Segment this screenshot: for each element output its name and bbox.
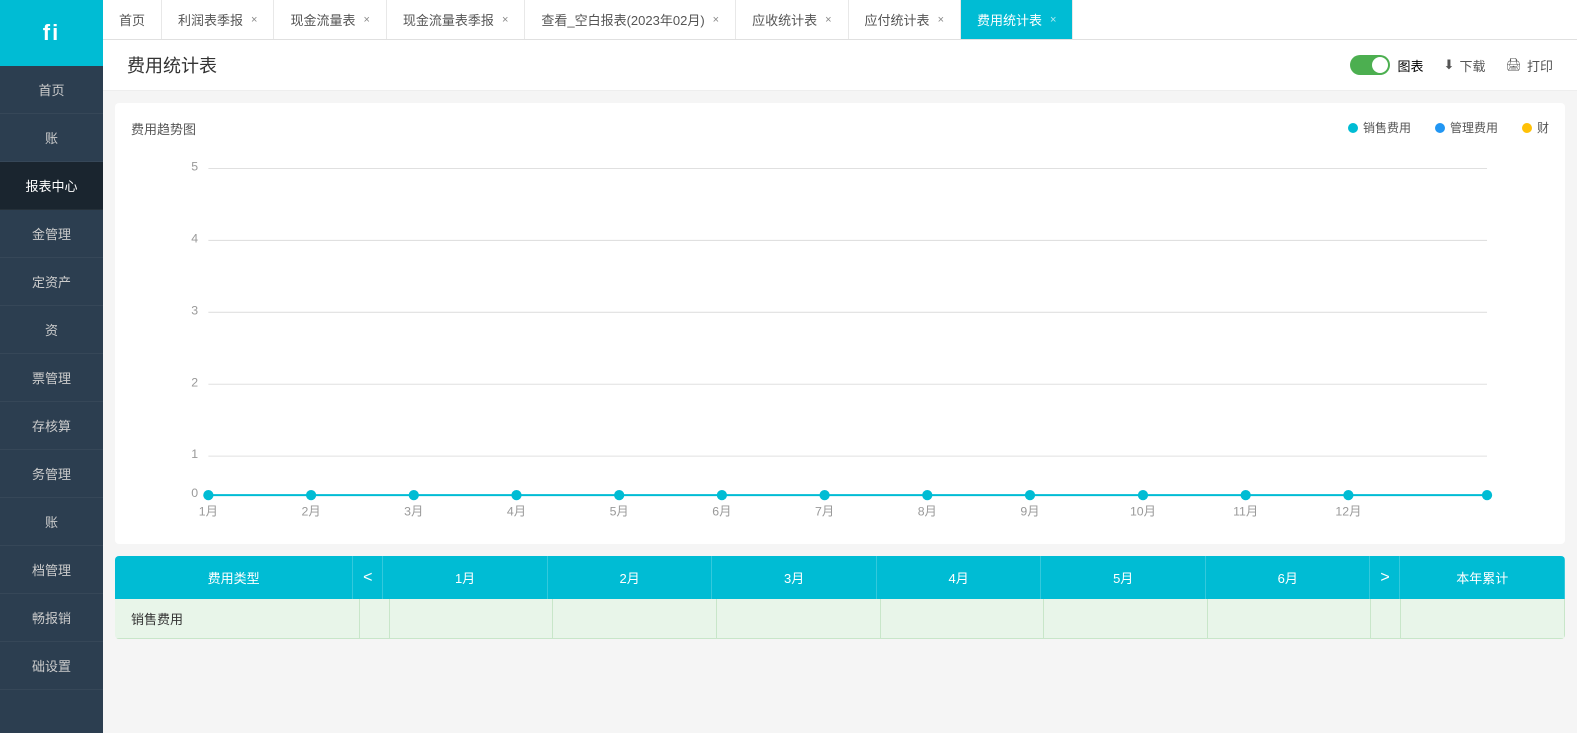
svg-text:7月: 7月 [815,505,834,519]
legend-label-finance: 财 [1537,119,1549,136]
svg-text:11月: 11月 [1233,505,1258,519]
col-type: 费用类型 [115,556,353,599]
sidebar-item-loan[interactable]: 资 [0,306,103,354]
cell-nav-prev [360,599,390,638]
sidebar-item-archive[interactable]: 档管理 [0,546,103,594]
svg-text:5月: 5月 [610,505,629,519]
legend-dot-sales [1348,123,1358,133]
chart-title: 费用趋势图 [131,119,196,138]
col-apr: 4月 [877,556,1042,599]
svg-text:9月: 9月 [1020,505,1039,519]
tab-cashflow-quarter[interactable]: 现金流量表季报 × [387,0,525,39]
sidebar-item-account[interactable]: 账 [0,114,103,162]
chart-container: 5 4 3 2 1 0 [131,148,1549,528]
header-actions: 图表 ⬇ 下载 🖨 打印 [1350,55,1553,75]
cell-mar [717,599,881,638]
svg-text:6月: 6月 [712,505,731,519]
svg-text:12月: 12月 [1335,505,1361,519]
tab-close-cashflow[interactable]: × [363,14,369,26]
cell-jan [390,599,554,638]
tab-receivable-stat[interactable]: 应收统计表 × [736,0,848,39]
tab-payable-stat[interactable]: 应付统计表 × [849,0,961,39]
sidebar-item-business[interactable]: 务管理 [0,450,103,498]
col-feb: 2月 [548,556,713,599]
cell-nav-next [1371,599,1401,638]
sidebar: fi 首页 账 报表中心 金管理 定资产 资 票管理 存核算 务管理 账 档管理… [0,0,103,733]
page-title: 费用统计表 [127,52,217,78]
cell-feb [553,599,717,638]
main-content: 首页 利润表季报 × 现金流量表 × 现金流量表季报 × 查看_空白报表(202… [103,0,1577,733]
page-header: 费用统计表 图表 ⬇ 下载 🖨 打印 [103,40,1577,91]
svg-text:8月: 8月 [918,505,937,519]
svg-text:1: 1 [191,447,198,461]
cell-jun [1208,599,1372,638]
sidebar-logo: fi [0,0,103,66]
cell-type: 销售费用 [115,599,360,638]
tab-close-cashflow-quarter[interactable]: × [502,14,508,26]
svg-text:2月: 2月 [301,505,320,519]
sidebar-item-settings[interactable]: 础设置 [0,642,103,690]
legend-dot-admin [1435,123,1445,133]
svg-text:1月: 1月 [199,505,218,519]
tab-home[interactable]: 首页 [103,0,162,39]
sidebar-item-report-center[interactable]: 报表中心 [0,162,103,210]
col-jun: 6月 [1206,556,1371,599]
page-content: 费用统计表 图表 ⬇ 下载 🖨 打印 费用趋势图 [103,40,1577,733]
chart-toggle-group: 图表 [1350,55,1424,75]
cell-may [1044,599,1208,638]
tab-close-blank-report[interactable]: × [713,14,719,26]
svg-text:3月: 3月 [404,505,423,519]
tab-cashflow[interactable]: 现金流量表 × [274,0,386,39]
tab-profit[interactable]: 利润表季报 × [162,0,274,39]
sidebar-item-fund[interactable]: 金管理 [0,210,103,258]
print-button[interactable]: 🖨 打印 [1505,56,1553,75]
legend-label-admin: 管理费用 [1450,119,1498,136]
chart-svg: 5 4 3 2 1 0 [131,148,1549,528]
col-mar: 3月 [712,556,877,599]
sidebar-item-home[interactable]: 首页 [0,66,103,114]
legend-finance: 财 [1522,119,1549,136]
col-ytd: 本年累计 [1400,556,1565,599]
chart-toggle-label: 图表 [1398,56,1424,75]
tab-close-receivable-stat[interactable]: × [825,14,831,26]
svg-text:3: 3 [191,303,198,317]
cell-ytd [1401,599,1565,638]
sidebar-item-write-off[interactable]: 畅报销 [0,594,103,642]
chart-legend: 销售费用 管理费用 财 [1348,119,1549,136]
download-icon: ⬇ [1444,57,1455,73]
legend-admin: 管理费用 [1435,119,1498,136]
svg-text:4: 4 [191,231,198,245]
sidebar-item-inventory[interactable]: 存核算 [0,402,103,450]
tab-close-payable-stat[interactable]: × [938,14,944,26]
tab-expense-stat[interactable]: 费用统计表 × [961,0,1073,39]
col-jan: 1月 [383,556,548,599]
tab-blank-report[interactable]: 查看_空白报表(2023年02月) × [525,0,736,39]
print-icon: 🖨 [1505,57,1522,73]
chart-section: 费用趋势图 销售费用 管理费用 财 [115,103,1565,544]
svg-text:4月: 4月 [507,505,526,519]
legend-label-sales: 销售费用 [1363,119,1411,136]
svg-text:10月: 10月 [1130,505,1156,519]
table-header-row: 费用类型 < 1月 2月 3月 4月 5月 6月 > 本年累计 [115,556,1565,599]
sidebar-item-ticket[interactable]: 票管理 [0,354,103,402]
tab-close-expense-stat[interactable]: × [1050,14,1056,26]
legend-sales: 销售费用 [1348,119,1411,136]
chart-toggle[interactable] [1350,55,1390,75]
col-nav-prev[interactable]: < [353,556,383,599]
sidebar-item-receivable[interactable]: 账 [0,498,103,546]
legend-dot-finance [1522,123,1532,133]
svg-text:5: 5 [191,160,198,174]
svg-text:2: 2 [191,375,198,389]
col-nav-next[interactable]: > [1370,556,1400,599]
sidebar-item-fixed-assets[interactable]: 定资产 [0,258,103,306]
table-row: 销售费用 [115,599,1565,639]
col-may: 5月 [1041,556,1206,599]
tab-close-profit[interactable]: × [251,14,257,26]
cell-apr [881,599,1045,638]
table-section: 费用类型 < 1月 2月 3月 4月 5月 6月 > 本年累计 销售费用 [115,556,1565,639]
download-button[interactable]: ⬇ 下载 [1444,56,1486,75]
tab-bar: 首页 利润表季报 × 现金流量表 × 现金流量表季报 × 查看_空白报表(202… [103,0,1577,40]
svg-text:0: 0 [191,486,198,500]
